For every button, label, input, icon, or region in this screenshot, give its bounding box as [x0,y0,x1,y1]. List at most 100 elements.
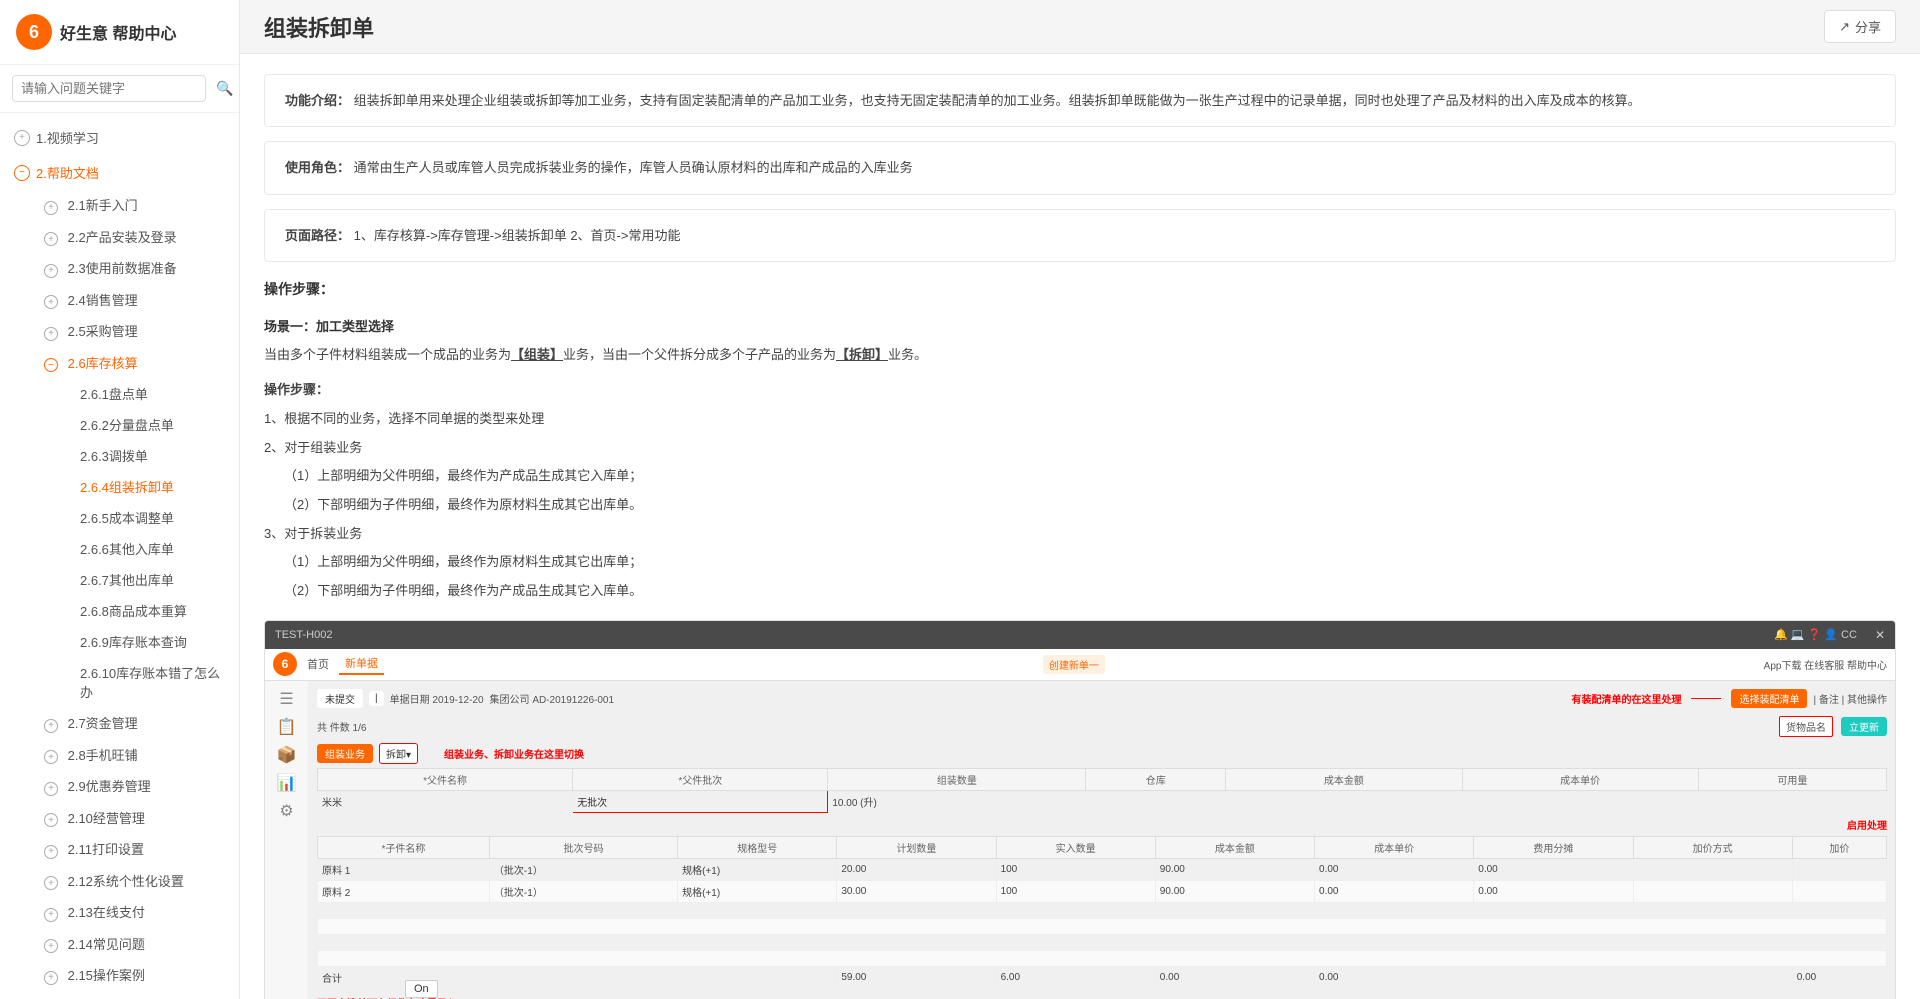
sidebar-item-s210[interactable]: + 2.10经营管理 [36,802,239,834]
mock-logo-icon: 6 [273,652,297,676]
sidebar-item-s264[interactable]: 2.6.4组装拆卸单 [72,471,239,502]
path-label: 页面路径： [285,228,350,243]
sidebar-item-s265[interactable]: 2.6.5成本调整单 [72,502,239,533]
mock-lower-r2c9 [1633,880,1792,902]
search-input[interactable] [12,75,206,102]
mock-lower-r1c6: 90.00 [1155,858,1314,880]
sidebar-item-docs[interactable]: − 2.帮助文档 [0,156,239,189]
mock-cell-cost-amt [1226,790,1462,812]
intro-text: 组装拆卸单用来处理企业组装或拆卸等加工业务，支持有固定装配清单的产品加工业务，也… [354,93,1641,108]
mock-lower-col-6: 成本金额 [1155,836,1314,858]
scenario1-desc: 当由多个子件材料组装成一个成品的业务为【组装】业务，当由一个父件拆分成多个子产品… [264,343,1896,368]
mock-footer-3: 59.00 [837,966,996,988]
sidebar-label-docs: 2.帮助文档 [36,163,99,182]
sidebar-item-s211[interactable]: + 2.11打印设置 [36,833,239,865]
collapse-icon: − [14,165,30,181]
sidebar-item-s266[interactable]: 2.6.6其他入库单 [72,533,239,564]
mock-lower-r1c5: 100 [996,858,1155,880]
mock-cell-batch: 无批次 [573,790,828,812]
mock-empty-row2 [318,918,1887,934]
sidebar-item-s27[interactable]: + 2.7资金管理 [36,707,239,739]
path-text: 1、库存核算->库存管理->组装拆卸单 2、首页->常用功能 [354,228,681,243]
steps-area: 操作步骤： 场景一：加工类型选择 当由多个子件材料组装成一个成品的业务为【组装】… [264,276,1896,603]
mock-table-upper: *父件名称 *父件批次 组装数量 仓库 成本金额 成本单价 可用量 [317,768,1887,813]
path-block: 页面路径： 1、库存核算->库存管理->组装拆卸单 2、首页->常用功能 [264,209,1896,262]
mock-type-toggle: 拆卸▾ [379,743,418,764]
share-button[interactable]: ↗ 分享 [1824,10,1896,43]
mock-col-4: 仓库 [1086,768,1226,790]
sidebar-item-s23[interactable]: + 2.3使用前数据准备 [36,252,239,284]
mock-btn-save[interactable]: 未提交 [317,689,363,708]
nav-sub-s26: 2.6.1盘点单 2.6.2分量盘点单 2.6.3调拨单 2.6.4组装拆卸单 … [36,378,239,707]
mock-lower-r1c10 [1792,858,1886,880]
sidebar-item-s25[interactable]: + 2.5采购管理 [36,315,239,347]
sidebar-item-video[interactable]: + 1.视频学习 [0,121,239,154]
step2-1: （1）上部明细为父件明细，最终作为产成品生成其它入库单； [284,464,1896,489]
main-content: 组装拆卸单 ↗ 分享 功能介绍： 组装拆卸单用来处理企业组装或拆卸等加工业务，支… [240,0,1920,999]
mock-lower-r2c6: 90.00 [1155,880,1314,902]
sidebar-item-s22[interactable]: + 2.2产品安装及登录 [36,221,239,253]
logo-icon: 6 [16,14,52,50]
mock-empty-row [318,902,1887,918]
sidebar-item-s213[interactable]: + 2.13在线支付 [36,896,239,928]
table-row [318,918,1887,934]
intro-block: 功能介绍： 组装拆卸单用来处理企业组装或拆卸等加工业务，支持有固定装配清单的产品… [264,74,1896,127]
mock-title-text: TEST-H002 [275,629,332,641]
mock-lower-r1c1: 原料 1 [318,858,490,880]
mock-annotation-1: 有装配清单的在这里处理 [1571,691,1681,706]
mock-btn-confirm[interactable]: 立更新 [1841,717,1887,736]
mock-rightbtns: App下载 在线客服 帮助中心 [1764,657,1887,672]
sidebar-item-s268[interactable]: 2.6.8商品成本重算 [72,595,239,626]
sidebar-item-s269[interactable]: 2.6.9库存账本查询 [72,626,239,657]
sidebar-item-s262[interactable]: 2.6.2分量盘点单 [72,409,239,440]
sidebar-item-s28[interactable]: + 2.8手机旺铺 [36,739,239,771]
table-row: 米米 无批次 10.00 (升) [318,790,1887,812]
sidebar-item-s261[interactable]: 2.6.1盘点单 [72,378,239,409]
mock-close: ✕ [1875,628,1885,642]
sidebar-item-s21[interactable]: + 2.1新手入门 [36,189,239,221]
table-row [318,902,1887,918]
mock-icon-3: 📦 [265,741,308,769]
mock-screenshot: TEST-H002 🔔 💻 ❓ 👤 CC ✕ 6 首页 新单据 创建新单一 Ap… [265,621,1895,999]
mock-annotation-2: 组装业务、拆卸业务在这里切换 [444,746,584,761]
mock-type-row: 组装业务 拆卸▾ 组装业务、拆卸业务在这里切换 [317,743,1887,764]
mock-btn-submit[interactable]: | [369,691,384,706]
sidebar-item-s215[interactable]: + 2.15操作案例 [36,959,239,991]
mock-col-5: 成本金额 [1226,768,1462,790]
sidebar-item-s24[interactable]: + 2.4销售管理 [36,284,239,316]
mock-cell-warehouse [1086,790,1226,812]
mock-col-1: *父件名称 [318,768,573,790]
sidebar-item-s26[interactable]: − 2.6库存核算 [36,347,239,379]
mock-lower-col-5: 实入数量 [996,836,1155,858]
on-label: On [405,980,438,998]
mock-icons: 🔔 💻 ❓ 👤 CC [1774,628,1857,641]
logo-text: 好生意 帮助中心 [60,20,176,44]
mock-lower-r2c4: 30.00 [837,880,996,902]
sidebar-label-video: 1.视频学习 [36,128,99,147]
step3: 3、对于拆装业务 [264,522,1896,547]
mock-footer-1 [489,966,677,988]
scenario1-title: 场景一：加工类型选择 [264,315,1896,340]
search-button[interactable]: 🔍 [212,78,237,99]
sidebar-item-s2610[interactable]: 2.6.10库存账本错了怎么办 [72,657,239,707]
table-row: 原料 2 （批次-1） 规格(+1) 30.00 100 90.00 0.00 … [318,880,1887,902]
step2: 2、对于组装业务 [264,436,1896,461]
top-bar: 组装拆卸单 ↗ 分享 [240,0,1920,54]
sidebar-item-s263[interactable]: 2.6.3调拨单 [72,440,239,471]
mock-footer-4: 6.00 [996,966,1155,988]
step3-2: （2）下部明细为子件明细，最终作为产成品生成其它入库单。 [284,579,1896,604]
mock-col-3: 组装数量 [828,768,1086,790]
mock-cell-qty: 10.00 (升) [828,790,1086,812]
mock-lower-r2c1: 原料 2 [318,880,490,902]
sidebar-item-s214[interactable]: + 2.14常见问题 [36,928,239,960]
mock-lower-col-10: 加价 [1792,836,1886,858]
mock-lower-r2c3: 规格(+1) [678,880,837,902]
mock-cell-cost-price [1462,790,1698,812]
sidebar-item-s212[interactable]: + 2.12系统个性化设置 [36,865,239,897]
sidebar-item-s29[interactable]: + 2.9优惠券管理 [36,770,239,802]
table-row [318,934,1887,950]
mock-footer-label: 合计 [318,966,490,988]
mock-btn-assign[interactable]: 选择装配清单 [1731,689,1807,708]
sidebar-item-s267[interactable]: 2.6.7其他出库单 [72,564,239,595]
mock-lower-r1c4: 20.00 [837,858,996,880]
